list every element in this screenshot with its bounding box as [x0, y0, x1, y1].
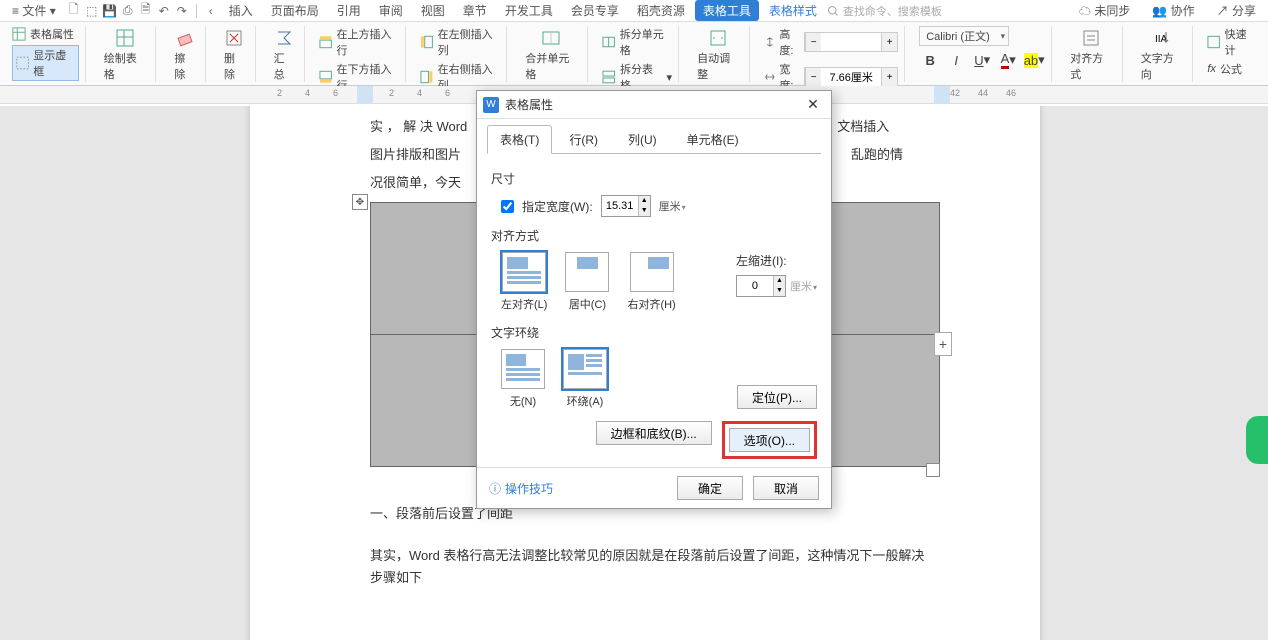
bold-button[interactable]: B	[919, 49, 941, 71]
menu-ref[interactable]: 引用	[329, 0, 369, 21]
ribbon: 表格属性 显示虚框 绘制表格 擦除 删除▾ 汇总▾ 在上方插入行 在下方插入行 …	[0, 22, 1268, 86]
icon-new[interactable]: 🗋	[66, 3, 82, 19]
align-right-option[interactable]: 右对齐(H)	[627, 252, 675, 312]
options-button[interactable]: 选项(O)...	[729, 428, 810, 452]
indent-unit: 厘米	[790, 278, 817, 294]
tips-link[interactable]: ⓘ 操作技巧	[489, 480, 553, 497]
menubar: ≡ 文件 ▾ 🗋 ⬚ 💾 ⎙ 🗎 ↶ ↷ ‹ 插入 页面布局 引用 审阅 视图 …	[0, 0, 1268, 22]
cancel-button[interactable]: 取消	[753, 476, 819, 500]
align-center-option[interactable]: 居中(C)	[565, 252, 609, 312]
menu-layout[interactable]: 页面布局	[263, 0, 327, 21]
draw-table-button[interactable]: 绘制表格	[100, 26, 150, 84]
size-label: 尺寸	[491, 170, 817, 187]
icon-preview[interactable]: 🗎	[138, 3, 154, 19]
height-plus[interactable]: +	[881, 33, 897, 51]
close-icon[interactable]: ✕	[801, 93, 825, 117]
underline-button[interactable]: U▾	[971, 49, 993, 71]
dialog-title: 表格属性	[505, 96, 553, 113]
highlight-button[interactable]: ab▾	[1023, 49, 1045, 71]
indent-input[interactable]	[737, 280, 773, 292]
merge-cells-button[interactable]: 合并单元格	[521, 26, 581, 84]
wrap-around-option[interactable]: 环绕(A)	[563, 349, 607, 409]
split-cell-button[interactable]: 拆分单元格	[602, 26, 672, 58]
prev-icon[interactable]: ‹	[203, 3, 219, 19]
insert-row-above[interactable]: 在上方插入行	[319, 26, 399, 58]
align-label: 对齐方式	[491, 227, 817, 244]
icon-open[interactable]: ⬚	[84, 3, 100, 19]
row-height-field[interactable]: 高度:−+	[764, 26, 899, 58]
tab-row[interactable]: 行(R)	[556, 125, 611, 154]
specify-width-checkbox[interactable]	[501, 200, 514, 213]
width-minus[interactable]: −	[805, 68, 821, 86]
wrap-none-option[interactable]: 无(N)	[501, 349, 545, 409]
width-unit[interactable]: 厘米	[659, 198, 686, 214]
table-resize-handle[interactable]	[926, 463, 940, 477]
insert-col-left[interactable]: 在左侧插入列	[420, 26, 500, 58]
width-spinner[interactable]: ▲▼	[601, 195, 651, 217]
width-input[interactable]	[821, 68, 881, 86]
height-input[interactable]	[821, 33, 881, 51]
options-highlight: 选项(O)...	[722, 421, 817, 459]
table-move-handle[interactable]: ✥	[352, 194, 368, 210]
wrap-label: 文字环绕	[491, 324, 817, 341]
show-gridlines-button[interactable]: 显示虚框	[12, 45, 79, 81]
menu-res[interactable]: 稻壳资源	[629, 0, 693, 21]
height-minus[interactable]: −	[805, 33, 821, 51]
table-properties-button[interactable]: 表格属性	[12, 26, 79, 42]
command-search[interactable]: 查找命令、搜索模板	[827, 3, 942, 19]
font-color-button[interactable]: A▾	[997, 49, 1019, 71]
erase-button[interactable]: 擦除	[170, 26, 199, 84]
menu-chapter[interactable]: 章节	[455, 0, 495, 21]
border-shading-button[interactable]: 边框和底纹(B)...	[596, 421, 712, 445]
font-select[interactable]: Calibri (正文)	[919, 26, 1009, 46]
indent-spinner[interactable]: ▲▼	[736, 275, 786, 297]
indent-label: 左缩进(I):	[736, 252, 787, 269]
width-plus[interactable]: +	[881, 68, 897, 86]
para: 其实，Word 表格行高无法调整比较常见的原因就是在段落前后设置了间距，这种情况…	[370, 545, 930, 589]
formula-button[interactable]: fx 公式	[1207, 61, 1256, 77]
menu-view[interactable]: 视图	[413, 0, 453, 21]
position-button[interactable]: 定位(P)...	[737, 385, 817, 409]
undo-icon[interactable]: ↶	[156, 3, 172, 19]
redo-icon[interactable]: ↷	[174, 3, 190, 19]
icon-save[interactable]: 💾	[102, 3, 118, 19]
align-left-option[interactable]: 左对齐(L)	[501, 252, 547, 312]
dialog-titlebar[interactable]: W 表格属性 ✕	[477, 91, 831, 119]
menu-vip[interactable]: 会员专享	[563, 0, 627, 21]
italic-button[interactable]: I	[945, 49, 967, 71]
side-float-button[interactable]	[1246, 416, 1268, 464]
menu-insert[interactable]: 插入	[221, 0, 261, 21]
icon-print[interactable]: ⎙	[120, 3, 136, 19]
share-button[interactable]: ↗ 分享	[1209, 0, 1264, 21]
coop-button[interactable]: 👥 协作	[1144, 0, 1202, 21]
specify-width-label: 指定宽度(W):	[522, 198, 593, 215]
menu-table-style[interactable]: 表格样式	[761, 0, 825, 21]
tab-cell[interactable]: 单元格(E)	[674, 125, 752, 154]
table-properties-dialog: W 表格属性 ✕ 表格(T) 行(R) 列(U) 单元格(E) 尺寸 指定宽度(…	[476, 90, 832, 509]
width-value-input[interactable]	[602, 200, 638, 212]
fast-calc-button[interactable]: 快速计	[1207, 26, 1256, 58]
menu-review[interactable]: 审阅	[371, 0, 411, 21]
tab-table[interactable]: 表格(T)	[487, 125, 552, 154]
menu-dev[interactable]: 开发工具	[497, 0, 561, 21]
tab-column[interactable]: 列(U)	[615, 125, 670, 154]
ok-button[interactable]: 确定	[677, 476, 743, 500]
sync-status[interactable]: ☁ 未同步	[1071, 0, 1138, 21]
add-row-button[interactable]: +	[934, 332, 952, 356]
dialog-icon: W	[483, 97, 499, 113]
file-menu[interactable]: ≡ 文件 ▾	[4, 0, 64, 21]
dialog-tabs: 表格(T) 行(R) 列(U) 单元格(E)	[477, 119, 831, 154]
menu-table-tool[interactable]: 表格工具	[695, 0, 759, 21]
